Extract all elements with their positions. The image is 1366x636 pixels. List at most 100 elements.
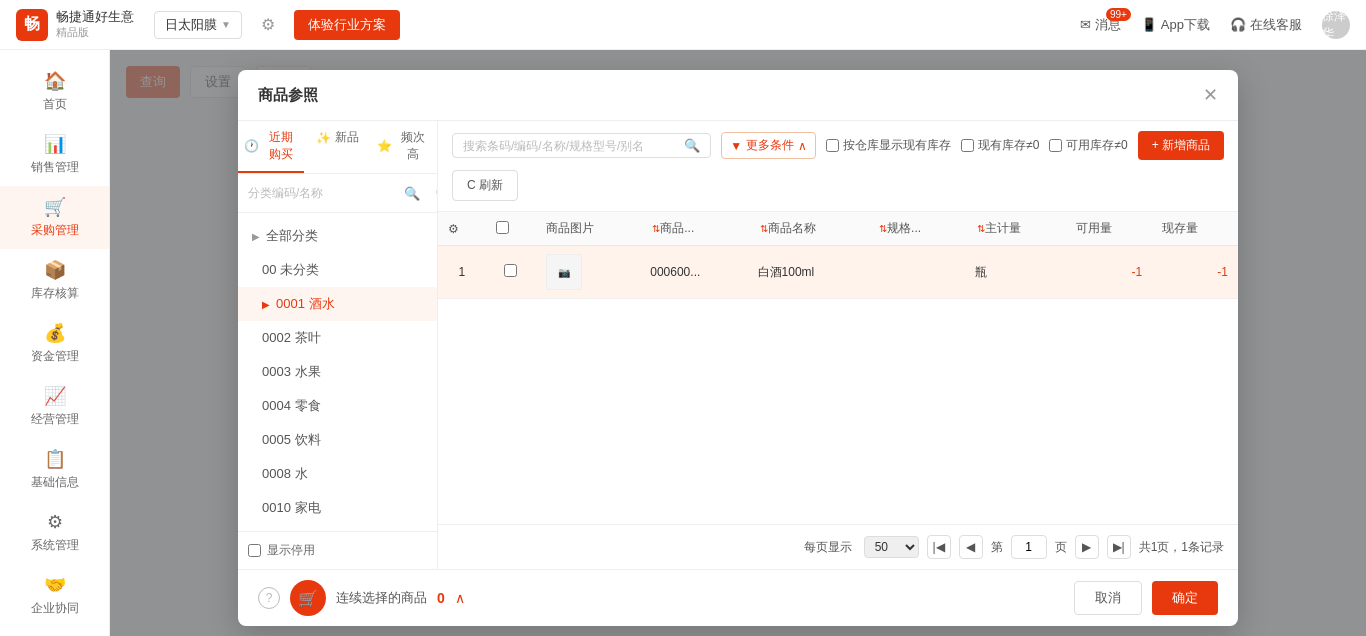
sort-name-icon: ⇅ [760,223,768,234]
available-checkbox[interactable] [961,139,974,152]
trial-button[interactable]: 体验行业方案 [294,10,400,40]
cat-item-all[interactable]: ▶ 全部分类 [238,219,437,253]
cat-item-electronics[interactable]: 0010 家电 [238,491,437,525]
cancel-button[interactable]: 取消 [1074,581,1142,615]
td-unit: 瓶 [965,246,1066,299]
sidebar-item-basic-info[interactable]: 📋 基础信息 [0,438,109,501]
cat-item-water[interactable]: 0008 水 [238,457,437,491]
sidebar-item-guide[interactable]: 🔰 新手引导 [0,627,109,636]
category-list: ▶ 全部分类 00 未分类 ▶ 0001 酒水 0002 茶 [238,213,437,531]
category-search: 🔍 《 [238,174,437,213]
page-number-input[interactable] [1011,535,1047,559]
cat-item-fruit[interactable]: 0003 水果 [238,355,437,389]
modal-header: 商品参照 ✕ [238,70,1238,121]
avatar: 徐泽华 [1322,11,1350,39]
basic-info-icon: 📋 [44,448,66,470]
search-icon[interactable]: 🔍 [404,186,420,201]
th-code[interactable]: ⇅商品... [640,212,747,246]
tab-recent-purchase[interactable]: 🕐 近期购买 [238,121,304,173]
refresh-product-button[interactable]: C 刷新 [452,170,518,201]
tab-new-products[interactable]: ✨ 新品 [304,121,370,173]
sidebar-item-system[interactable]: ⚙ 系统管理 [0,501,109,564]
prev-page-button[interactable]: ◀ [959,535,983,559]
footer-collapse-icon[interactable]: ∧ [455,590,465,606]
product-search-icon[interactable]: 🔍 [684,138,700,153]
help-button[interactable]: ? [258,587,280,609]
filter-icon: ▼ [730,139,742,153]
cat-item-tea[interactable]: 0002 茶叶 [238,321,437,355]
collapse-panel-button[interactable]: 《 [426,182,438,204]
sidebar-item-home[interactable]: 🏠 首页 [0,60,109,123]
enterprise-icon: 🤝 [44,574,66,596]
pagination: 每页显示 50 20 100 |◀ ◀ 第 页 ▶ [438,524,1238,569]
headset-icon: 🎧 [1230,17,1246,32]
modal-close-button[interactable]: ✕ [1203,84,1218,106]
message-btn[interactable]: ✉ 消息 99+ [1080,16,1121,34]
system-icon: ⚙ [47,511,63,533]
category-footer: 显示停用 [238,531,437,569]
clock-icon: 🕐 [244,139,259,153]
category-tabs: 🕐 近期购买 ✨ 新品 [238,121,437,174]
product-search-input[interactable] [463,139,678,153]
usable-filter[interactable]: 可用库存≠0 [1049,137,1127,154]
sidebar-item-operations[interactable]: 📈 经营管理 [0,375,109,438]
cart-button[interactable]: 🛒 [290,580,326,616]
product-table: ⚙ 商品图片 ⇅商品... ⇅商品名称 [438,212,1238,299]
table-row[interactable]: 1 📷 000600... 白酒100ml [438,246,1238,299]
sidebar-item-finance[interactable]: 💰 资金管理 [0,312,109,375]
th-unit[interactable]: ⇅主计量 [965,212,1066,246]
td-checkbox[interactable] [486,246,537,299]
cat-item-liquor[interactable]: ▶ 0001 酒水 [238,287,437,321]
row-checkbox[interactable] [504,264,517,277]
tab-high-frequency[interactable]: ⭐ 频次高 [371,121,437,173]
sidebar-item-inventory[interactable]: 📦 库存核算 [0,249,109,312]
td-stock: -1 [1152,246,1238,299]
th-spec[interactable]: ⇅规格... [867,212,965,246]
operations-icon: 📈 [44,385,66,407]
th-settings[interactable]: ⚙ [438,212,486,246]
selected-count: 0 [437,590,445,606]
chevron-down-icon: ▼ [221,19,231,30]
filter-up-icon: ∧ [798,139,807,153]
product-reference-modal: 商品参照 ✕ 🕐 近期购买 [238,70,1238,626]
show-disabled-checkbox[interactable] [248,544,261,557]
sidebar-item-enterprise[interactable]: 🤝 企业协同 [0,564,109,627]
nav-right: ✉ 消息 99+ 📱 App下载 🎧 在线客服 徐泽华 [1080,11,1350,39]
total-label: 共1页，1条记录 [1139,539,1224,556]
cat-item-beverage[interactable]: 0005 饮料 [238,423,437,457]
td-spec [867,246,965,299]
nav-selector[interactable]: 日太阳膜 ▼ [154,11,242,39]
product-toolbar: 🔍 ▼ 更多条件 ∧ 按仓库显示现有库存 [438,121,1238,212]
logo-icon: 畅 [16,9,48,41]
warehouse-filter[interactable]: 按仓库显示现有库存 [826,137,951,154]
message-badge: 99+ [1106,8,1131,21]
select-all-checkbox[interactable] [496,221,509,234]
td-num: 1 [438,246,486,299]
next-page-button[interactable]: ▶ [1075,535,1099,559]
more-filter-button[interactable]: ▼ 更多条件 ∧ [721,132,816,159]
category-search-input[interactable] [248,186,398,200]
cat-item-uncategorized[interactable]: 00 未分类 [238,253,437,287]
first-page-button[interactable]: |◀ [927,535,951,559]
modal-footer: ? 🛒 连续选择的商品 0 ∧ 取消 确定 [238,569,1238,626]
footer-actions: 取消 确定 [1074,581,1218,615]
usable-checkbox[interactable] [1049,139,1062,152]
online-service-btn[interactable]: 🎧 在线客服 [1230,16,1302,34]
confirm-button[interactable]: 确定 [1152,581,1218,615]
purchase-icon: 🛒 [44,196,66,218]
new-product-button[interactable]: + 新增商品 [1138,131,1224,160]
gear-button[interactable]: ⚙ [252,9,284,41]
last-page-button[interactable]: ▶| [1107,535,1131,559]
user-profile[interactable]: 徐泽华 [1322,11,1350,39]
warehouse-checkbox[interactable] [826,139,839,152]
per-page-select[interactable]: 50 20 100 [864,536,919,558]
cat-item-snacks[interactable]: 0004 零食 [238,389,437,423]
sort-spec-icon: ⇅ [879,223,887,234]
sidebar-item-purchase[interactable]: 🛒 采购管理 [0,186,109,249]
available-filter[interactable]: 现有库存≠0 [961,137,1039,154]
app-download-btn[interactable]: 📱 App下载 [1141,16,1210,34]
th-checkbox[interactable] [486,212,537,246]
sidebar-item-sales[interactable]: 📊 销售管理 [0,123,109,186]
product-search-box: 🔍 [452,133,711,158]
th-name[interactable]: ⇅商品名称 [748,212,868,246]
